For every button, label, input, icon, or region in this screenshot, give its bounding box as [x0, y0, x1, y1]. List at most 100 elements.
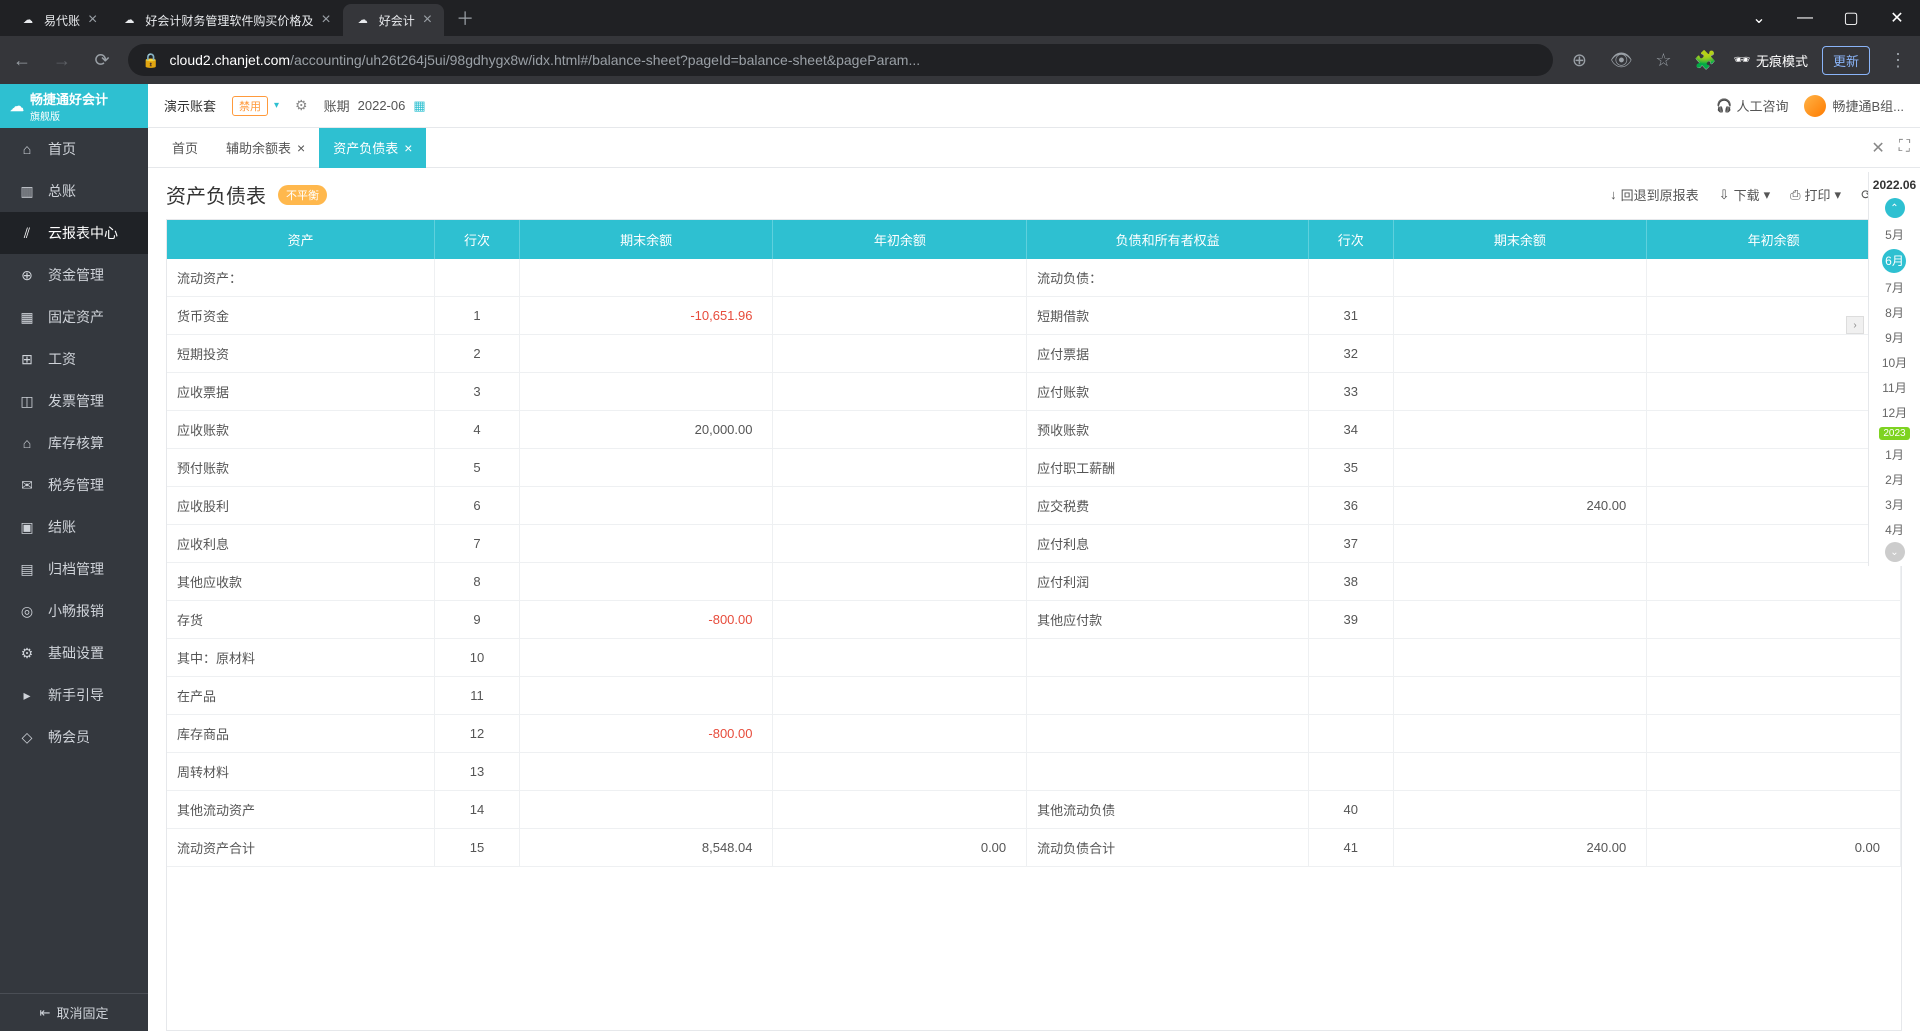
- cell-asset[interactable]: 应收票据: [167, 373, 435, 411]
- sidebar-item[interactable]: ⊕资金管理: [0, 254, 148, 296]
- cell-asset[interactable]: 应收账款: [167, 411, 435, 449]
- cell-begin2[interactable]: [1647, 525, 1901, 563]
- cell-asset[interactable]: 其他应收款: [167, 563, 435, 601]
- rail-month[interactable]: 1月: [1885, 442, 1904, 467]
- sidebar-item[interactable]: ▦固定资产: [0, 296, 148, 338]
- page-tab[interactable]: 资产负债表×: [319, 128, 426, 168]
- cell-begin2[interactable]: [1647, 715, 1901, 753]
- scroll-right-button[interactable]: ›: [1846, 316, 1864, 334]
- cell-end1[interactable]: [519, 525, 773, 563]
- rail-month[interactable]: 2月: [1885, 467, 1904, 492]
- close-window-button[interactable]: ✕: [1874, 2, 1920, 34]
- close-icon[interactable]: ×: [297, 140, 305, 156]
- cell-end1[interactable]: [519, 449, 773, 487]
- minimize-button[interactable]: —: [1782, 2, 1828, 34]
- sidebar-item[interactable]: ⌂首页: [0, 128, 148, 170]
- star-icon[interactable]: ☆: [1649, 46, 1677, 74]
- new-tab-button[interactable]: ＋: [456, 5, 474, 31]
- cell-end1[interactable]: -800.00: [519, 601, 773, 639]
- browser-tab[interactable]: ☁好会计财务管理软件购买价格及×: [109, 4, 342, 36]
- cell-begin1[interactable]: [773, 601, 1027, 639]
- cell-begin1[interactable]: 0.00: [773, 829, 1027, 867]
- cell-asset[interactable]: 流动资产：: [167, 259, 435, 297]
- cell-begin2[interactable]: [1647, 677, 1901, 715]
- kebab-menu-icon[interactable]: ⋮: [1884, 46, 1912, 74]
- cell-asset[interactable]: 在产品: [167, 677, 435, 715]
- print-button[interactable]: ⎙打印▾: [1790, 185, 1841, 204]
- cell-liab[interactable]: [1027, 753, 1309, 791]
- period-selector[interactable]: 账期 2022-06 ▦: [324, 96, 426, 115]
- cell-asset[interactable]: 库存商品: [167, 715, 435, 753]
- rollback-button[interactable]: ↓回退到原报表: [1610, 185, 1699, 204]
- fullscreen-icon[interactable]: ⛶: [1899, 138, 1910, 158]
- cell-begin1[interactable]: [773, 753, 1027, 791]
- close-icon[interactable]: ×: [321, 11, 330, 29]
- sidebar-pin-toggle[interactable]: ⇤ 取消固定: [0, 993, 148, 1031]
- cell-begin2[interactable]: [1647, 753, 1901, 791]
- cell-end2[interactable]: [1393, 411, 1647, 449]
- cell-begin2[interactable]: [1647, 259, 1901, 297]
- cell-end1[interactable]: -800.00: [519, 715, 773, 753]
- account-name[interactable]: 演示账套: [164, 96, 216, 115]
- rail-month[interactable]: 5月: [1882, 222, 1907, 247]
- cell-begin1[interactable]: [773, 791, 1027, 829]
- sidebar-item[interactable]: ◇畅会员: [0, 716, 148, 758]
- cell-end1[interactable]: [519, 639, 773, 677]
- close-all-tabs-icon[interactable]: ✕: [1871, 138, 1884, 158]
- sidebar-item[interactable]: ▣结账: [0, 506, 148, 548]
- cell-end2[interactable]: [1393, 297, 1647, 335]
- cell-begin1[interactable]: [773, 335, 1027, 373]
- sidebar-item[interactable]: ▸新手引导: [0, 674, 148, 716]
- cell-end2[interactable]: [1393, 259, 1647, 297]
- cell-asset[interactable]: 应收利息: [167, 525, 435, 563]
- update-button[interactable]: 更新: [1822, 46, 1870, 75]
- cell-end1[interactable]: [519, 373, 773, 411]
- cell-liab[interactable]: 应付利润: [1027, 563, 1309, 601]
- rail-month[interactable]: 10月: [1882, 350, 1907, 375]
- cell-asset[interactable]: 短期投资: [167, 335, 435, 373]
- cell-begin1[interactable]: [773, 449, 1027, 487]
- rail-up-button[interactable]: ⌃: [1885, 198, 1905, 218]
- cell-begin1[interactable]: [773, 639, 1027, 677]
- cell-begin2[interactable]: [1647, 563, 1901, 601]
- sidebar-item[interactable]: ◎小畅报销: [0, 590, 148, 632]
- chevron-down-icon[interactable]: ⌄: [1736, 2, 1782, 34]
- cell-liab[interactable]: 应付票据: [1027, 335, 1309, 373]
- support-button[interactable]: 🎧 人工咨询: [1716, 96, 1788, 115]
- cell-end2[interactable]: [1393, 525, 1647, 563]
- rail-month[interactable]: 11月: [1882, 375, 1907, 400]
- cell-end1[interactable]: [519, 259, 773, 297]
- zoom-icon[interactable]: ⊕: [1565, 46, 1593, 74]
- cell-begin1[interactable]: [773, 373, 1027, 411]
- cell-begin1[interactable]: [773, 563, 1027, 601]
- reload-button[interactable]: ⟳: [88, 46, 116, 74]
- cell-end1[interactable]: -10,651.96: [519, 297, 773, 335]
- cell-end2[interactable]: [1393, 373, 1647, 411]
- url-input[interactable]: 🔒 cloud2.chanjet.com/accounting/uh26t264…: [128, 44, 1553, 76]
- page-tab[interactable]: 首页: [158, 128, 212, 168]
- cell-liab[interactable]: 应交税费: [1027, 487, 1309, 525]
- cell-liab[interactable]: [1027, 715, 1309, 753]
- cell-liab[interactable]: 应付利息: [1027, 525, 1309, 563]
- cell-end2[interactable]: [1393, 639, 1647, 677]
- cell-asset[interactable]: 应收股利: [167, 487, 435, 525]
- rail-month[interactable]: 6月: [1882, 249, 1906, 273]
- cell-begin2[interactable]: [1647, 449, 1901, 487]
- cell-asset[interactable]: 周转材料: [167, 753, 435, 791]
- user-menu[interactable]: 畅捷通B组...: [1804, 95, 1904, 117]
- cell-end2[interactable]: 240.00: [1393, 487, 1647, 525]
- cell-liab[interactable]: 应付职工薪酬: [1027, 449, 1309, 487]
- cell-asset[interactable]: 预付账款: [167, 449, 435, 487]
- cell-asset[interactable]: 其中：原材料: [167, 639, 435, 677]
- cell-begin2[interactable]: [1647, 411, 1901, 449]
- cell-begin2[interactable]: [1647, 639, 1901, 677]
- cell-asset[interactable]: 其他流动资产: [167, 791, 435, 829]
- cell-end1[interactable]: [519, 335, 773, 373]
- rail-month[interactable]: 7月: [1882, 275, 1907, 300]
- cell-liab[interactable]: [1027, 639, 1309, 677]
- cell-asset[interactable]: 存货: [167, 601, 435, 639]
- cell-begin2[interactable]: [1647, 373, 1901, 411]
- cell-begin1[interactable]: [773, 525, 1027, 563]
- cell-end1[interactable]: 20,000.00: [519, 411, 773, 449]
- cell-begin2[interactable]: [1647, 601, 1901, 639]
